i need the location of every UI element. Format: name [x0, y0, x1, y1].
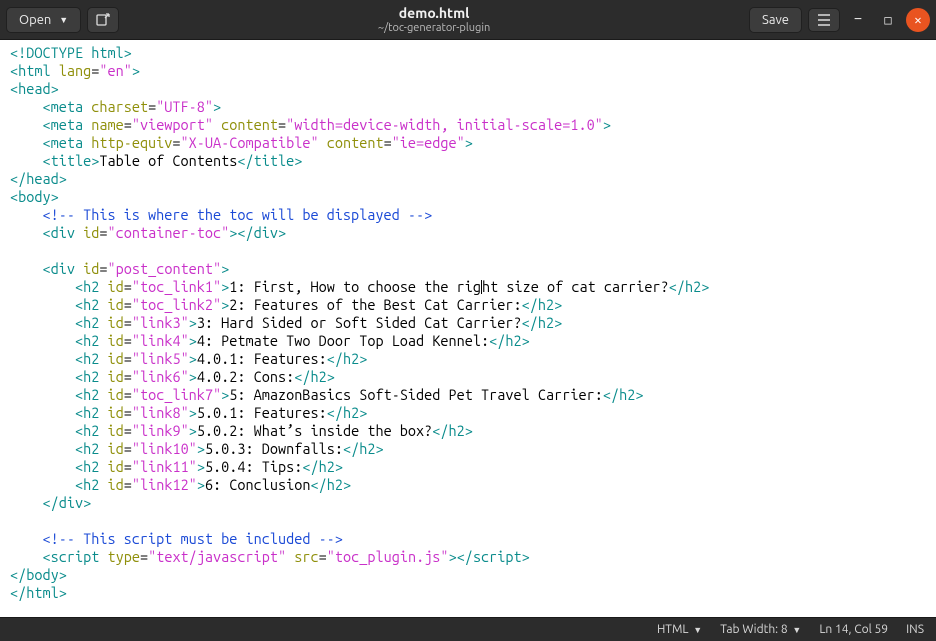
hamburger-menu-button[interactable] [808, 8, 840, 32]
maximize-icon: □ [884, 13, 891, 27]
titlebar: Open ▼ demo.html ~/toc-generator-plugin … [0, 0, 936, 40]
statusbar: HTML ▼ Tab Width: 8 ▼ Ln 14, Col 59 INS [0, 617, 936, 641]
status-language[interactable]: HTML ▼ [657, 623, 702, 636]
save-button-label: Save [762, 13, 789, 27]
chevron-down-icon: ▼ [792, 625, 801, 635]
new-tab-icon [96, 13, 110, 27]
close-icon: ✕ [914, 13, 921, 27]
open-button[interactable]: Open ▼ [6, 7, 81, 33]
status-tabwidth[interactable]: Tab Width: 8 ▼ [720, 623, 801, 636]
status-cursor-position: Ln 14, Col 59 [819, 623, 888, 636]
chevron-down-icon: ▼ [59, 15, 68, 25]
hamburger-icon [817, 14, 831, 26]
maximize-button[interactable]: □ [876, 8, 900, 32]
chevron-down-icon: ▼ [693, 625, 702, 635]
status-insert-mode[interactable]: INS [906, 623, 924, 636]
editor-area[interactable]: <!DOCTYPE html> <html lang="en"> <head> … [0, 40, 936, 617]
window-title-block: demo.html ~/toc-generator-plugin [125, 5, 743, 34]
new-tab-button[interactable] [87, 7, 119, 33]
minimize-button[interactable]: ─ [846, 8, 870, 32]
minimize-icon: ─ [855, 13, 862, 26]
window-title: demo.html [125, 5, 743, 21]
window-subtitle: ~/toc-generator-plugin [125, 22, 743, 34]
close-button[interactable]: ✕ [906, 8, 930, 32]
save-button[interactable]: Save [749, 7, 802, 33]
open-button-label: Open [19, 13, 51, 27]
